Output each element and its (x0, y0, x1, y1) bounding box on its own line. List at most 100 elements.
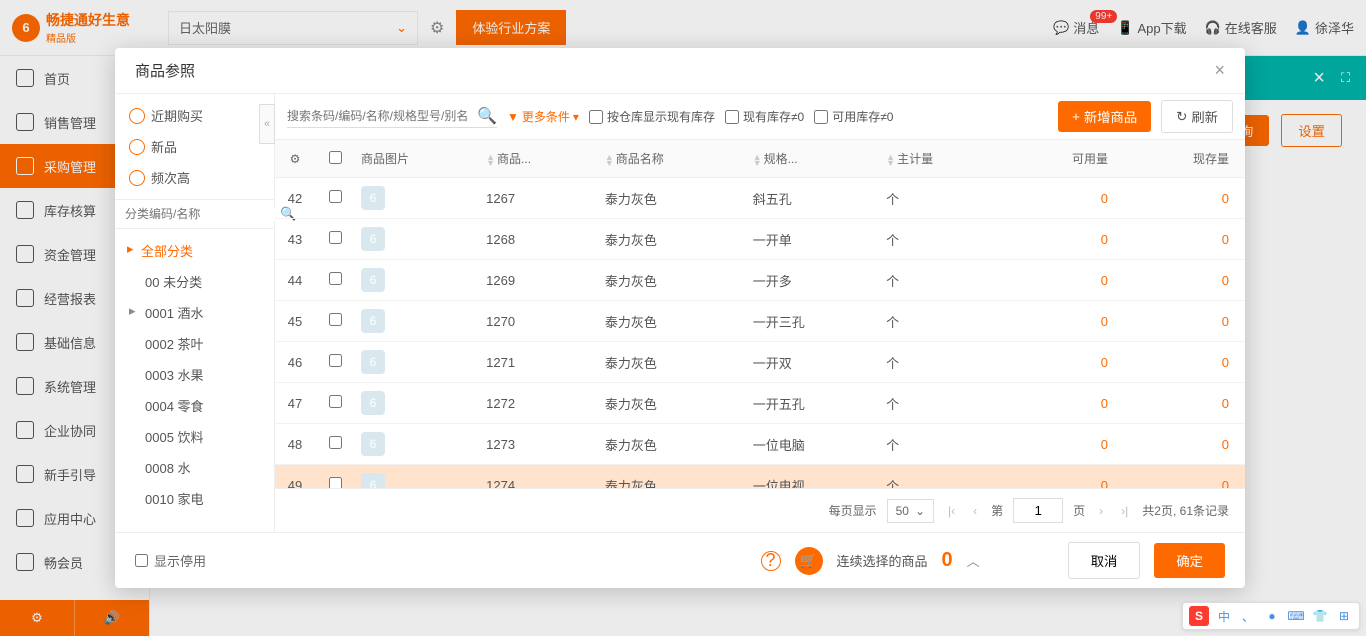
collapse-handle[interactable]: « (259, 104, 275, 144)
ime-lang[interactable]: 中 (1215, 607, 1233, 625)
page-input[interactable] (1013, 498, 1063, 523)
cell-name: 泰力灰色 (599, 219, 747, 260)
ime-voice-icon[interactable]: ● (1263, 607, 1281, 625)
category-item[interactable]: 0004 零食 (115, 390, 274, 421)
help-icon[interactable]: ? (761, 551, 781, 571)
table-header-row: ⚙ 商品图片 ▲▼商品... ▲▼商品名称 ▲▼规格... ▲▼主计量 可用量 … (275, 140, 1245, 178)
row-checkbox[interactable] (329, 354, 342, 367)
col-available[interactable]: 可用量 (1003, 140, 1124, 178)
category-item[interactable]: 0001 酒水 (115, 297, 274, 328)
product-search-input[interactable] (287, 105, 477, 127)
cell-stock: 0 (1124, 301, 1245, 342)
col-unit[interactable]: ▲▼主计量 (880, 140, 1003, 178)
col-stock[interactable]: 现存量 (1124, 140, 1245, 178)
ime-punct[interactable]: 、 (1239, 607, 1257, 625)
cell-code: 1267 (480, 178, 599, 219)
filter-frequent[interactable]: 频次高 (115, 162, 274, 193)
table-row[interactable]: 4361268泰力灰色一开单个00 (275, 219, 1245, 260)
ime-tools-icon[interactable]: ⊞ (1335, 607, 1353, 625)
category-item[interactable]: 0010 家电 (115, 483, 274, 514)
cell-code: 1271 (480, 342, 599, 383)
col-spec[interactable]: ▲▼规格... (747, 140, 880, 178)
category-all[interactable]: 全部分类 (115, 235, 274, 266)
right-panel: 🔍 ▼ 更多条件 ▾ 按仓库显示现有库存 现有库存≠0 可用库存≠0 + 新增商… (275, 94, 1245, 532)
row-checkbox[interactable] (329, 190, 342, 203)
cell-name: 泰力灰色 (599, 301, 747, 342)
more-conditions[interactable]: ▼ 更多条件 ▾ (507, 108, 579, 125)
first-page-button[interactable]: |‹ (944, 504, 959, 518)
table-row[interactable]: 4461269泰力灰色一开多个00 (275, 260, 1245, 301)
row-checkbox[interactable] (329, 313, 342, 326)
col-name[interactable]: ▲▼商品名称 (599, 140, 747, 178)
cell-code: 1273 (480, 424, 599, 465)
cell-available: 0 (1003, 465, 1124, 489)
cell-code: 1274 (480, 465, 599, 489)
next-page-button[interactable]: › (1095, 504, 1107, 518)
chk-avail-nonzero[interactable]: 可用库存≠0 (814, 108, 893, 125)
chk-stock-nonzero[interactable]: 现有库存≠0 (725, 108, 804, 125)
table-row[interactable]: 4661271泰力灰色一开双个00 (275, 342, 1245, 383)
col-code[interactable]: ▲▼商品... (480, 140, 599, 178)
cell-unit: 个 (880, 342, 1003, 383)
cell-unit: 个 (880, 383, 1003, 424)
cell-spec: 一位电视 (747, 465, 880, 489)
prev-page-button[interactable]: ‹ (969, 504, 981, 518)
cart-icon[interactable]: 🛒 (795, 547, 823, 575)
ok-button[interactable]: 确定 (1154, 543, 1225, 578)
cell-available: 0 (1003, 219, 1124, 260)
category-item[interactable]: 0008 水 (115, 452, 274, 483)
table-row[interactable]: 4961274泰力灰色一位电视个00 (275, 465, 1245, 489)
row-checkbox[interactable] (329, 231, 342, 244)
product-search: 🔍 (287, 105, 497, 128)
row-checkbox[interactable] (329, 477, 342, 488)
product-reference-modal: 商品参照 × 近期购买 新品 频次高 « 🔍 全部分类 00 未分类 0001 … (115, 48, 1245, 588)
category-search-input[interactable] (125, 207, 280, 221)
category-item[interactable]: 00 未分类 (115, 266, 274, 297)
selected-count: 0 (942, 549, 953, 572)
modal-title: 商品参照 (135, 60, 195, 81)
show-disabled-checkbox[interactable]: 显示停用 (135, 551, 206, 570)
chk-by-warehouse[interactable]: 按仓库显示现有库存 (589, 108, 715, 125)
refresh-button[interactable]: ↻ 刷新 (1161, 100, 1233, 133)
table-row[interactable]: 4861273泰力灰色一位电脑个00 (275, 424, 1245, 465)
col-settings[interactable]: ⚙ (275, 140, 315, 178)
col-image[interactable]: 商品图片 (355, 140, 480, 178)
ime-skin-icon[interactable]: 👕 (1311, 607, 1329, 625)
table-row[interactable]: 4761272泰力灰色一开五孔个00 (275, 383, 1245, 424)
category-item[interactable]: 0002 茶叶 (115, 328, 274, 359)
row-checkbox[interactable] (329, 272, 342, 285)
cell-code: 1268 (480, 219, 599, 260)
cell-available: 0 (1003, 424, 1124, 465)
filter-new[interactable]: 新品 (115, 131, 274, 162)
category-item[interactable]: 0003 水果 (115, 359, 274, 390)
last-page-button[interactable]: ›| (1117, 504, 1132, 518)
row-checkbox[interactable] (329, 395, 342, 408)
row-index: 46 (275, 342, 315, 383)
close-icon[interactable]: × (1214, 60, 1225, 81)
product-image-placeholder: 6 (361, 432, 385, 456)
modal-toolbar: 🔍 ▼ 更多条件 ▾ 按仓库显示现有库存 现有库存≠0 可用库存≠0 + 新增商… (275, 94, 1245, 140)
cell-code: 1272 (480, 383, 599, 424)
cell-spec: 一开双 (747, 342, 880, 383)
star-icon (129, 170, 145, 186)
cell-spec: 一位电脑 (747, 424, 880, 465)
search-icon[interactable]: 🔍 (477, 106, 497, 126)
table-row[interactable]: 4561270泰力灰色一开三孔个00 (275, 301, 1245, 342)
product-image-placeholder: 6 (361, 268, 385, 292)
chevron-up-icon[interactable]: ︿ (967, 551, 980, 570)
per-page-select[interactable]: 50 ⌄ (887, 499, 934, 523)
category-item[interactable]: 0005 饮料 (115, 421, 274, 452)
ime-keyboard-icon[interactable]: ⌨ (1287, 607, 1305, 625)
new-product-button[interactable]: + 新增商品 (1058, 101, 1151, 132)
row-checkbox[interactable] (329, 436, 342, 449)
ime-toolbar[interactable]: S 中 、 ● ⌨ 👕 ⊞ (1182, 602, 1360, 630)
cell-name: 泰力灰色 (599, 465, 747, 489)
cell-stock: 0 (1124, 424, 1245, 465)
col-select-all[interactable] (315, 140, 355, 178)
filter-recent[interactable]: 近期购买 (115, 100, 274, 131)
table-row[interactable]: 4261267泰力灰色斜五孔个00 (275, 178, 1245, 219)
cell-name: 泰力灰色 (599, 424, 747, 465)
cell-unit: 个 (880, 301, 1003, 342)
product-table[interactable]: ⚙ 商品图片 ▲▼商品... ▲▼商品名称 ▲▼规格... ▲▼主计量 可用量 … (275, 140, 1245, 488)
cancel-button[interactable]: 取消 (1068, 542, 1141, 579)
